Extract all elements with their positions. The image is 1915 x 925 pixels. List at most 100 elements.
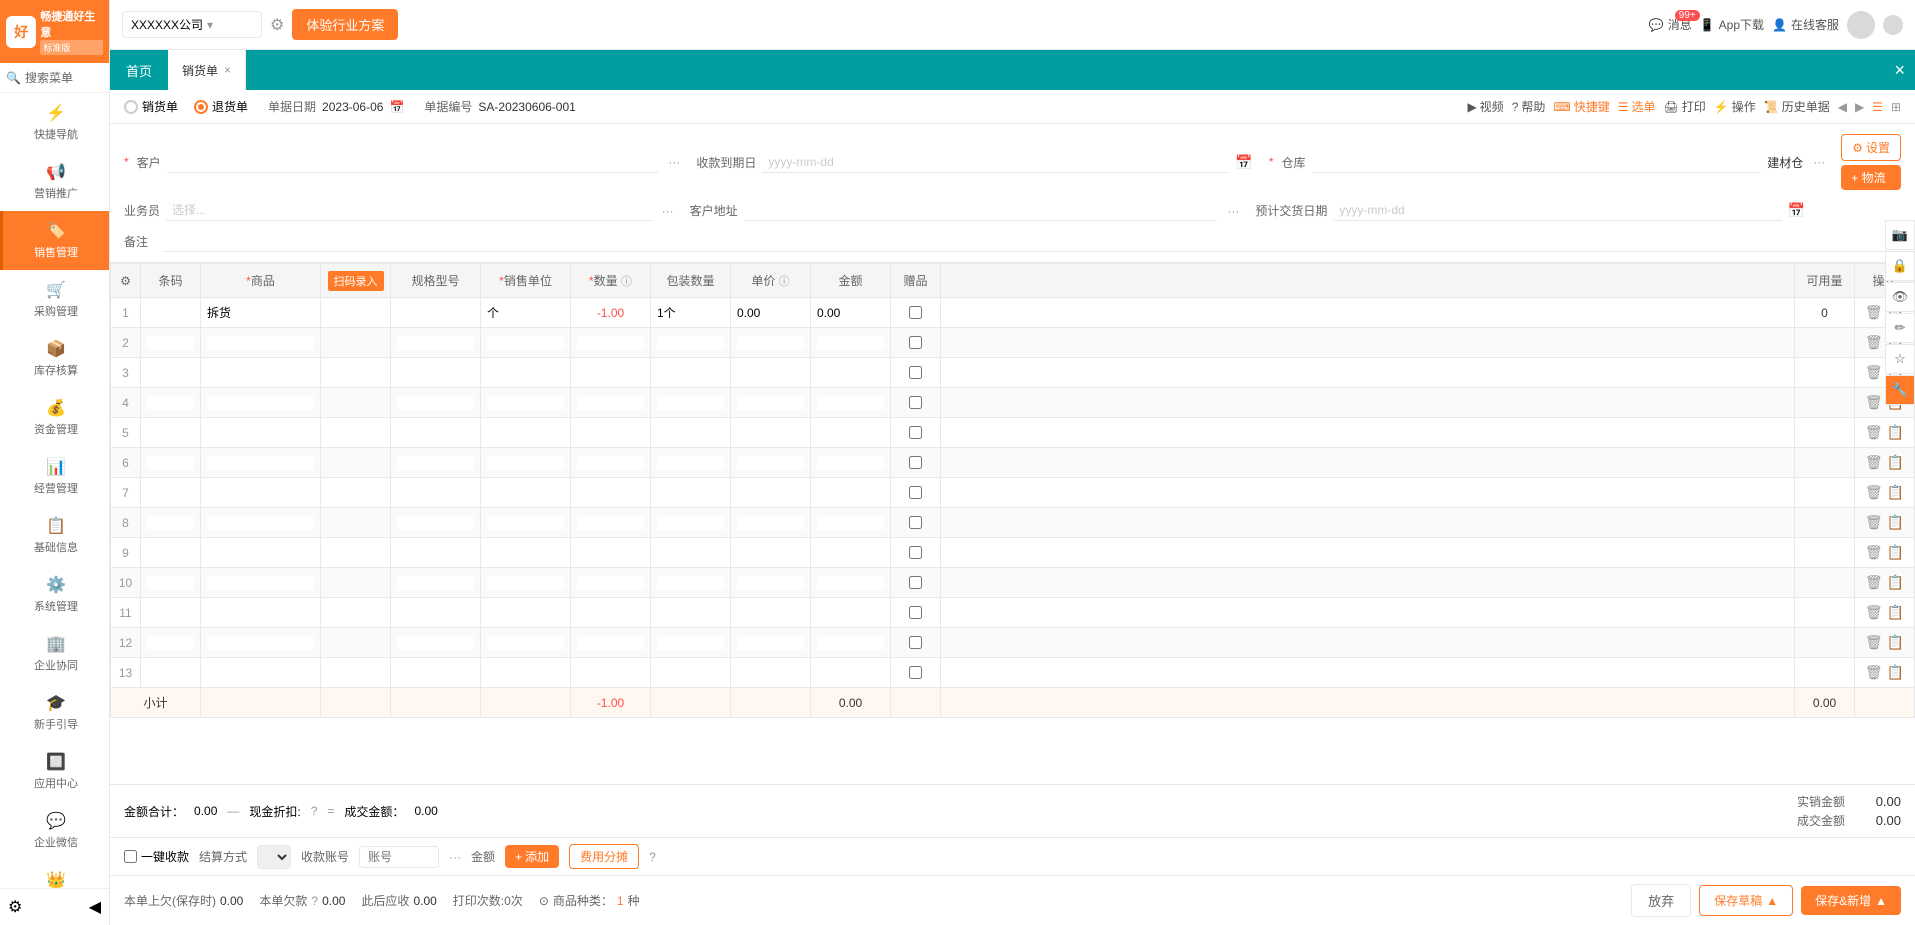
settings-gear-icon[interactable]: ⚙ [8,897,22,917]
row-barcode[interactable] [141,568,201,598]
video-btn[interactable]: ▶ 视频 [1467,98,1503,115]
row-barcode[interactable] [141,658,201,688]
sidebar-item-wechat[interactable]: 💬 企业微信 [0,801,109,860]
logistics-button[interactable]: + 物流 [1841,165,1901,190]
delete-icon[interactable]: 🗑 [1865,454,1883,471]
arrears-help-icon[interactable]: ? [311,894,318,908]
row-gift[interactable] [891,628,941,658]
customer-address-input[interactable] [744,200,1218,221]
row-amount[interactable] [811,388,891,418]
row-goods[interactable] [201,628,321,658]
search-menu[interactable]: 🔍 搜索菜单 [0,63,109,93]
row-price[interactable] [731,448,811,478]
row-unit[interactable] [481,358,571,388]
row-barcode[interactable] [141,418,201,448]
delivery-date-input[interactable] [1333,200,1781,221]
help-circle-icon[interactable]: ? [311,804,318,818]
row-amount[interactable] [811,598,891,628]
sidebar-item-operations[interactable]: 📊 经营管理 [0,447,109,506]
row-pkg-qty[interactable] [651,388,731,418]
row-barcode[interactable] [141,448,201,478]
row-spec[interactable] [391,478,481,508]
row-amount[interactable] [811,418,891,448]
sidebar-item-marketing[interactable]: 📢 营销推广 [0,152,109,211]
row-barcode[interactable] [141,508,201,538]
row-pkg-qty[interactable] [651,568,731,598]
row-barcode[interactable] [141,298,201,328]
row-gift[interactable] [891,598,941,628]
settlement-select[interactable] [257,845,291,869]
view-list-icon[interactable]: ☰ [1872,100,1883,114]
sidebar-item-finance[interactable]: 💰 资金管理 [0,388,109,447]
row-spec[interactable] [391,418,481,448]
row-pkg-qty[interactable] [651,598,731,628]
row-pkg-qty[interactable] [651,478,731,508]
select-btn[interactable]: ☰ 选单 [1618,98,1656,115]
row-pkg-qty[interactable] [651,658,731,688]
app-download-btn[interactable]: 📱 App下载 [1700,16,1764,33]
row-pkg-qty[interactable] [651,328,731,358]
nav-prev-icon[interactable]: ◀ [1838,100,1847,114]
row-gift[interactable] [891,328,941,358]
row-goods[interactable] [201,418,321,448]
row-price[interactable] [731,388,811,418]
nav-next-icon[interactable]: ▶ [1855,100,1864,114]
dots-icon[interactable]: ··· [449,850,461,864]
row-qty[interactable] [571,388,651,418]
row-gift[interactable] [891,418,941,448]
row-barcode[interactable] [141,598,201,628]
delete-icon[interactable]: 🗑 [1865,664,1883,681]
row-gift[interactable] [891,538,941,568]
salesman-dots[interactable]: ··· [662,204,674,218]
save-new-button[interactable]: 保存&新增 ▲ [1801,886,1901,915]
row-unit[interactable] [481,508,571,538]
delete-icon[interactable]: 🗑 [1865,634,1883,651]
row-barcode[interactable] [141,628,201,658]
delete-icon[interactable]: 🗑 [1865,334,1883,351]
row-price[interactable] [731,598,811,628]
sidebar-item-enterprise[interactable]: 🏢 企业协同 [0,624,109,683]
row-gift[interactable] [891,358,941,388]
row-gift[interactable] [891,448,941,478]
row-amount[interactable] [811,448,891,478]
row-unit[interactable] [481,388,571,418]
note-input[interactable] [164,231,1901,252]
print-btn[interactable]: 🖨 打印 [1664,98,1706,115]
view-grid-icon[interactable]: ⊞ [1891,100,1901,114]
delete-icon[interactable]: 🗑 [1865,544,1883,561]
row-price[interactable] [731,568,811,598]
delete-icon[interactable]: 🗑 [1865,604,1883,621]
row-barcode[interactable] [141,328,201,358]
delete-icon[interactable]: 🗑 [1865,394,1883,411]
trial-button[interactable]: 体验行业方案 [292,9,398,40]
row-goods[interactable] [201,358,321,388]
radio-sale[interactable]: 销货单 [124,98,178,115]
one-click-checkbox[interactable] [124,850,137,863]
tab-home[interactable]: 首页 [110,50,168,90]
row-qty[interactable] [571,598,651,628]
row-unit[interactable] [481,598,571,628]
save-draft-button[interactable]: 保存草稿 ▲ [1699,885,1793,916]
tab-close-icon[interactable]: × [224,63,231,77]
row-unit[interactable] [481,538,571,568]
row-pkg-qty[interactable] [651,448,731,478]
row-price[interactable] [731,478,811,508]
row-gift[interactable] [891,658,941,688]
row-goods[interactable] [201,388,321,418]
online-service-btn[interactable]: 👤 在线客服 [1772,16,1839,33]
copy-icon[interactable]: 📋 [1887,544,1904,561]
copy-icon[interactable]: 📋 [1887,514,1904,531]
row-qty[interactable] [571,298,651,328]
row-spec[interactable] [391,388,481,418]
row-barcode[interactable] [141,388,201,418]
sidebar-item-inventory[interactable]: 📦 库存核算 [0,329,109,388]
row-price[interactable] [731,418,811,448]
right-btn-eye[interactable]: 👁 [1885,282,1915,312]
delete-icon[interactable]: 🗑 [1865,304,1883,321]
row-gift[interactable] [891,298,941,328]
row-qty[interactable] [571,358,651,388]
row-unit[interactable] [481,478,571,508]
radio-return[interactable]: 退货单 [194,98,248,115]
row-pkg-qty[interactable] [651,628,731,658]
row-price[interactable] [731,298,811,328]
